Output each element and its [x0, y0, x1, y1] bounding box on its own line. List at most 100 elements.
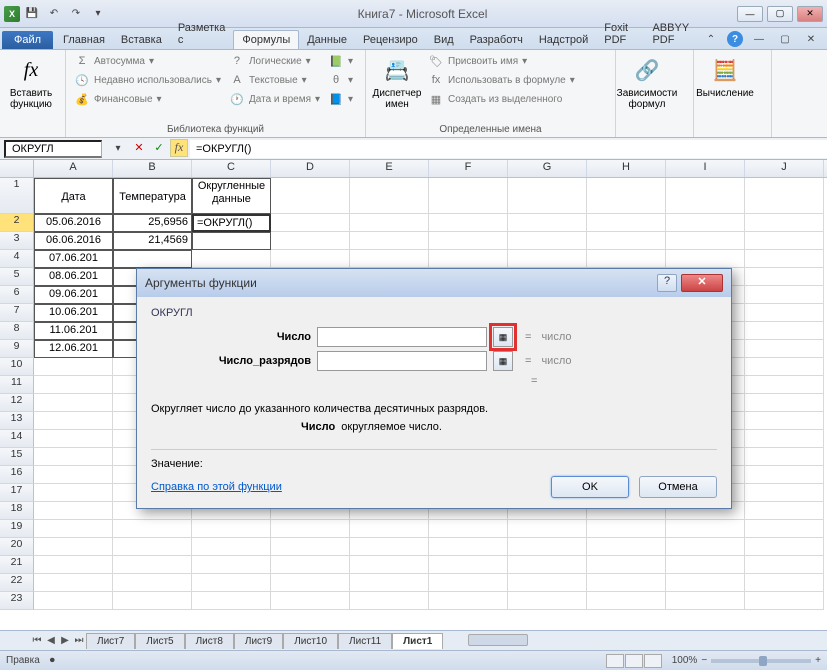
cell[interactable]	[508, 520, 587, 538]
sheet-tab[interactable]: Лист9	[234, 633, 283, 649]
cell[interactable]: 09.06.201	[34, 286, 113, 304]
accept-formula-button[interactable]: ✓	[150, 139, 168, 157]
save-button[interactable]: 💾	[22, 4, 42, 24]
use-in-formula-button[interactable]: fxИспользовать в формуле ▾	[426, 71, 577, 89]
cell[interactable]	[34, 430, 113, 448]
name-box[interactable]	[4, 140, 102, 158]
cell[interactable]	[666, 592, 745, 610]
col-header[interactable]: F	[429, 160, 508, 177]
sheet-tab[interactable]: Лист5	[135, 633, 184, 649]
row-header[interactable]: 3	[0, 232, 34, 250]
cell[interactable]	[113, 538, 192, 556]
cell[interactable]	[271, 214, 350, 232]
cell[interactable]	[350, 574, 429, 592]
row-header[interactable]: 23	[0, 592, 34, 610]
sheet-nav-next[interactable]: ▶	[58, 635, 72, 646]
cell[interactable]	[271, 232, 350, 250]
zoom-in-button[interactable]: +	[815, 655, 821, 666]
cell[interactable]	[666, 232, 745, 250]
recent-button[interactable]: 🕓Недавно использовались ▾	[72, 71, 223, 89]
cell[interactable]	[745, 358, 824, 376]
cell[interactable]	[429, 178, 508, 214]
tab-insert[interactable]: Вставка	[113, 31, 170, 49]
cell[interactable]	[271, 178, 350, 214]
more-fn-3[interactable]: 📘▾	[326, 90, 355, 108]
assign-name-button[interactable]: 🏷Присвоить имя ▾	[426, 52, 577, 70]
cell[interactable]	[587, 214, 666, 232]
more-fn-1[interactable]: 📗▾	[326, 52, 355, 70]
row-header[interactable]: 17	[0, 484, 34, 502]
row-header[interactable]: 19	[0, 520, 34, 538]
cell[interactable]	[745, 304, 824, 322]
zoom-out-button[interactable]: −	[701, 655, 707, 666]
row-header[interactable]: 1	[0, 178, 34, 214]
insert-function-button[interactable]: fx Вставить функцию	[6, 52, 56, 137]
cell[interactable]	[587, 574, 666, 592]
tab-developer[interactable]: Разработч	[462, 31, 531, 49]
cell[interactable]	[271, 556, 350, 574]
tab-addins[interactable]: Надстрой	[531, 31, 596, 49]
cell[interactable]: 08.06.201	[34, 268, 113, 286]
row-header[interactable]: 18	[0, 502, 34, 520]
tab-foxit[interactable]: Foxit PDF	[596, 19, 644, 49]
sheet-nav-last[interactable]: ⏭	[72, 635, 86, 646]
cell[interactable]	[271, 574, 350, 592]
select-all-corner[interactable]	[0, 160, 34, 177]
cell[interactable]	[745, 412, 824, 430]
cell[interactable]	[587, 520, 666, 538]
sheet-tab[interactable]: Лист7	[86, 633, 135, 649]
sheet-nav-first[interactable]: ⏮	[30, 635, 44, 646]
cell[interactable]	[745, 178, 824, 214]
close-button[interactable]: ✕	[797, 6, 823, 22]
cell[interactable]	[34, 394, 113, 412]
cell[interactable]	[745, 502, 824, 520]
cell[interactable]	[34, 574, 113, 592]
arg1-input[interactable]	[317, 327, 487, 347]
cell[interactable]	[350, 538, 429, 556]
fx-button[interactable]: fx	[170, 139, 188, 157]
cell[interactable]	[666, 214, 745, 232]
formula-input[interactable]	[190, 140, 827, 158]
cell[interactable]	[508, 232, 587, 250]
col-header[interactable]: H	[587, 160, 666, 177]
minimize-button[interactable]: —	[737, 6, 763, 22]
cell[interactable]	[34, 412, 113, 430]
cell[interactable]	[429, 214, 508, 232]
cell[interactable]	[350, 232, 429, 250]
tab-view[interactable]: Вид	[426, 31, 462, 49]
cell[interactable]	[192, 592, 271, 610]
cell[interactable]	[745, 250, 824, 268]
cell[interactable]	[34, 592, 113, 610]
row-header[interactable]: 15	[0, 448, 34, 466]
cell[interactable]	[429, 520, 508, 538]
cell[interactable]: 21,4569	[113, 232, 192, 250]
cell[interactable]	[192, 574, 271, 592]
row-header[interactable]: 7	[0, 304, 34, 322]
ok-button[interactable]: OK	[551, 476, 629, 498]
col-header[interactable]: E	[350, 160, 429, 177]
row-header[interactable]: 20	[0, 538, 34, 556]
cell[interactable]	[271, 538, 350, 556]
doc-close-icon[interactable]: ✕	[801, 29, 821, 49]
view-normal-button[interactable]	[606, 654, 624, 668]
doc-minimize-icon[interactable]: —	[749, 29, 769, 49]
cell[interactable]	[666, 520, 745, 538]
horizontal-scrollbar[interactable]	[453, 634, 827, 648]
sheet-tab[interactable]: Лист1	[392, 633, 443, 649]
cell[interactable]	[192, 232, 271, 250]
col-header[interactable]: C	[192, 160, 271, 177]
cell[interactable]: 25,6956	[113, 214, 192, 232]
col-header[interactable]: G	[508, 160, 587, 177]
cell[interactable]	[429, 232, 508, 250]
cell[interactable]	[508, 574, 587, 592]
cell[interactable]	[34, 556, 113, 574]
cell[interactable]	[429, 556, 508, 574]
cell[interactable]	[745, 394, 824, 412]
cell[interactable]	[113, 250, 192, 268]
cell[interactable]: =ОКРУГЛ()	[192, 214, 271, 232]
col-header[interactable]: I	[666, 160, 745, 177]
col-header[interactable]: D	[271, 160, 350, 177]
create-from-sel-button[interactable]: ▦Создать из выделенного	[426, 90, 577, 108]
help-link[interactable]: Справка по этой функции	[151, 481, 541, 493]
cell[interactable]	[271, 250, 350, 268]
